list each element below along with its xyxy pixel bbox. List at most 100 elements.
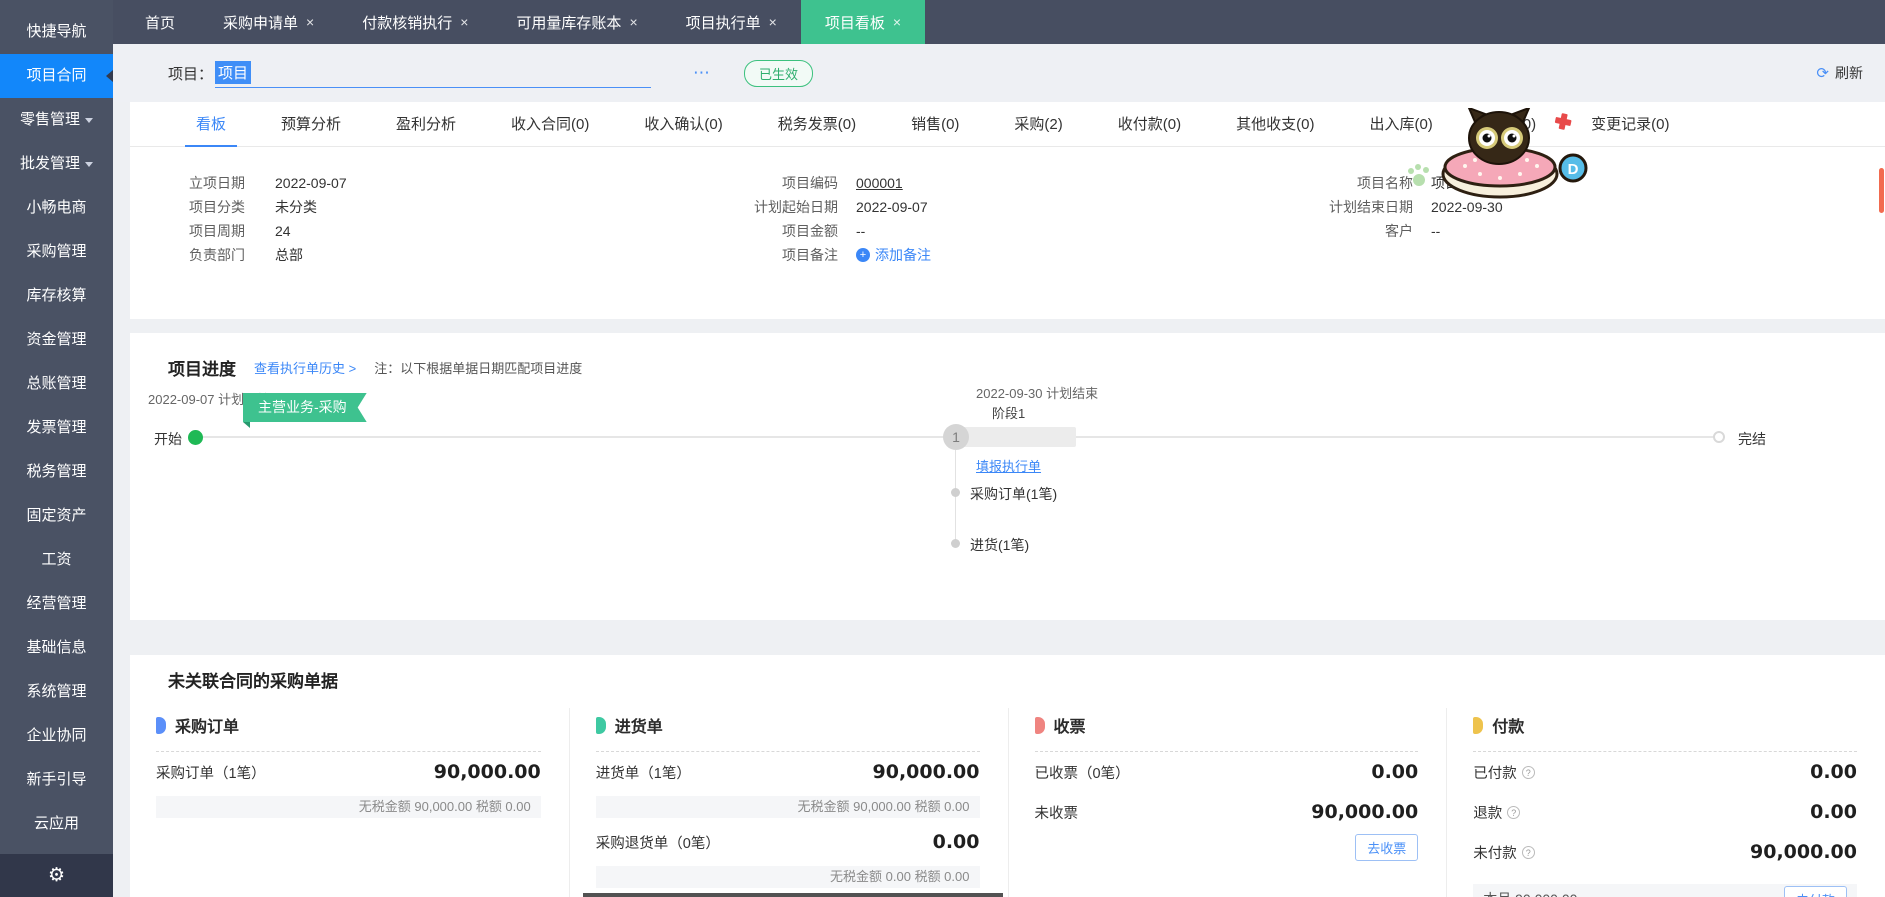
add-remark-label: 添加备注 bbox=[875, 246, 931, 263]
card-title: 采购订单 bbox=[175, 719, 240, 736]
sidebar-item-general-ledger[interactable]: 总账管理 bbox=[0, 362, 113, 406]
field-label: 计划起始日期 bbox=[754, 198, 838, 215]
sidebar-item-funds[interactable]: 资金管理 bbox=[0, 318, 113, 362]
app-window: 快捷导航 项目合同 零售管理 批发管理 小畅电商 采购管理 库存核算 资金管理 … bbox=[0, 0, 1885, 897]
help-icon[interactable]: ? bbox=[1521, 765, 1535, 779]
stat-value: 90,000.00 bbox=[1750, 841, 1857, 863]
tab-project-dashboard[interactable]: 项目看板 × bbox=[800, 0, 926, 44]
sidebar-item-base-info[interactable]: 基础信息 bbox=[0, 626, 113, 670]
milestone-dot bbox=[951, 488, 960, 497]
top-tabbar: 首页 采购申请单 × 付款核销执行 × 可用量库存账本 × 项目执行单 × 项目看板 × bbox=[113, 0, 1885, 44]
stat-label: 采购订单（1笔） bbox=[156, 765, 266, 782]
stat-row: 退款? 0.00 bbox=[1473, 792, 1857, 832]
subtab-income-confirm[interactable]: 收入确认(0) bbox=[633, 102, 733, 147]
close-icon[interactable]: × bbox=[460, 14, 468, 30]
timeline-start-label: 开始 bbox=[154, 431, 182, 447]
sidebar-item-wholesale[interactable]: 批发管理 bbox=[0, 142, 113, 186]
subtab-sales[interactable]: 销售(0) bbox=[900, 102, 970, 147]
fill-execution-order-link[interactable]: 填报执行单 bbox=[976, 456, 1041, 475]
project-start-date: 2022-09-07 bbox=[275, 174, 347, 191]
subtab-tax-invoice[interactable]: 税务发票(0) bbox=[767, 102, 867, 147]
close-icon[interactable]: × bbox=[893, 14, 901, 30]
plus-icon: + bbox=[856, 247, 870, 262]
stat-label: 进货单（1笔） bbox=[595, 765, 691, 782]
payment-card: 付款 已付款? 0.00 退款? 0.00 未付款? 90,000.00 bbox=[1446, 708, 1885, 897]
more-options-icon[interactable]: ⋯ bbox=[693, 63, 712, 83]
project-period: 24 bbox=[275, 222, 291, 239]
tab-purchase-request[interactable]: 采购申请单 × bbox=[199, 0, 338, 44]
sidebar-item-system-mgmt[interactable]: 系统管理 bbox=[0, 670, 113, 714]
sidebar-item-purchasing[interactable]: 采购管理 bbox=[0, 230, 113, 274]
sidebar-item-fixed-assets[interactable]: 固定资产 bbox=[0, 494, 113, 538]
vertical-scrollbar-thumb[interactable] bbox=[1879, 168, 1884, 213]
sidebar-item-retail[interactable]: 零售管理 bbox=[0, 98, 113, 142]
timeline-start-dot bbox=[188, 430, 203, 445]
stat-value: 90,000.00 bbox=[872, 761, 980, 783]
plan-end-label: 2022-09-30 计划结束 bbox=[976, 386, 1099, 401]
field-label: 项目名称 bbox=[1357, 174, 1413, 191]
sidebar-item-enterprise-collab[interactable]: 企业协同 bbox=[0, 714, 113, 758]
refresh-icon: ⟳ bbox=[1816, 65, 1829, 82]
project-code-link[interactable]: 000001 bbox=[856, 175, 903, 191]
selected-input-text: 项目 bbox=[215, 61, 252, 84]
tab-project-execution[interactable]: 项目执行单 × bbox=[662, 0, 801, 44]
close-icon[interactable]: × bbox=[769, 14, 777, 30]
close-icon[interactable]: × bbox=[306, 14, 314, 30]
stat-label: 未付款? bbox=[1473, 842, 1535, 863]
sidebar-item-invoice-mgmt[interactable]: 发票管理 bbox=[0, 406, 113, 450]
tab-label: 付款核销执行 bbox=[362, 14, 453, 32]
tab-payment-writeoff[interactable]: 付款核销执行 × bbox=[338, 0, 492, 44]
tab-label: 采购申请单 bbox=[223, 14, 299, 32]
help-icon[interactable]: ? bbox=[1507, 805, 1521, 819]
main-area: 首页 采购申请单 × 付款核销执行 × 可用量库存账本 × 项目执行单 × 项目看板 × … bbox=[113, 0, 1885, 897]
card-marker bbox=[595, 716, 606, 734]
close-icon[interactable]: × bbox=[629, 14, 637, 30]
go-pay-button[interactable]: 去付款 bbox=[1783, 885, 1847, 897]
month-summary-row: 本月 90,000.00 去付款 bbox=[1473, 884, 1857, 897]
sidebar-item-label: 项目合同 bbox=[26, 67, 87, 84]
selected-notch-icon bbox=[106, 70, 113, 82]
card-title: 进货单 bbox=[614, 719, 663, 736]
subtab-purchase[interactable]: 采购(2) bbox=[1003, 102, 1073, 147]
stage-1-node[interactable]: 1 bbox=[943, 424, 969, 450]
go-collect-invoice-button[interactable]: 去收票 bbox=[1355, 834, 1419, 861]
sidebar-item-tax-mgmt[interactable]: 税务管理 bbox=[0, 450, 113, 494]
subtab-profit-analysis[interactable]: 盈利分析 bbox=[385, 102, 467, 147]
subtab-change-log[interactable]: 变更记录(0) bbox=[1580, 102, 1680, 147]
milestone-goods-receipt: 进货(1笔) bbox=[970, 537, 1030, 553]
stat-value: 0.00 bbox=[932, 831, 980, 853]
gear-icon[interactable]: ⚙ bbox=[48, 864, 65, 887]
sidebar-item-ecommerce[interactable]: 小畅电商 bbox=[0, 186, 113, 230]
sidebar-item-payroll[interactable]: 工资 bbox=[0, 538, 113, 582]
sidebar-footer: ⚙ bbox=[0, 854, 113, 897]
sidebar-item-quick-nav[interactable]: 快捷导航 bbox=[0, 10, 113, 54]
subtab-receipts-payments[interactable]: 收付款(0) bbox=[1107, 102, 1192, 147]
content-area: 看板 预算分析 盈利分析 收入合同(0) 收入确认(0) 税务发票(0) 销售(… bbox=[113, 102, 1885, 897]
project-filter-input[interactable]: 项目 bbox=[215, 58, 652, 88]
sidebar-item-inventory-accounting[interactable]: 库存核算 bbox=[0, 274, 113, 318]
sidebar-item-project-contract[interactable]: 项目合同 bbox=[0, 54, 113, 98]
subtab-dashboard[interactable]: 看板 bbox=[185, 102, 237, 147]
subtab-budget-analysis[interactable]: 预算分析 bbox=[270, 102, 352, 147]
subtab-income-contract[interactable]: 收入合同(0) bbox=[500, 102, 600, 147]
add-remark-link[interactable]: + 添加备注 bbox=[856, 245, 931, 265]
help-icon[interactable]: ? bbox=[1521, 845, 1535, 859]
timeline-finish-label: 完结 bbox=[1738, 431, 1766, 447]
tab-available-stock-ledger[interactable]: 可用量库存账本 × bbox=[492, 0, 661, 44]
responsible-dept: 总部 bbox=[275, 246, 303, 263]
stat-label: 已收票（0笔） bbox=[1034, 765, 1130, 782]
tab-home[interactable]: 首页 bbox=[121, 0, 199, 44]
stat-value: 0.00 bbox=[1810, 801, 1857, 823]
purchase-cards: 采购订单 采购订单（1笔） 90,000.00 无税金额 90,000.00 税… bbox=[130, 708, 1885, 897]
tab-label: 可用量库存账本 bbox=[516, 14, 622, 32]
tab-label: 项目看板 bbox=[824, 14, 885, 32]
horizontal-scrollbar-thumb[interactable] bbox=[583, 893, 1003, 897]
tax-detail-row: 无税金额 90,000.00 税额 0.00 bbox=[595, 796, 980, 818]
sidebar-item-operations[interactable]: 经营管理 bbox=[0, 582, 113, 626]
sidebar-item-beginner-guide[interactable]: 新手引导 bbox=[0, 758, 113, 802]
subtab-other-income-expense[interactable]: 其他收支(0) bbox=[1225, 102, 1325, 147]
refresh-button[interactable]: ⟳ 刷新 bbox=[1816, 63, 1863, 83]
sidebar-item-cloud-apps[interactable]: 云应用 bbox=[0, 802, 113, 846]
stat-row: 未付款? 90,000.00 bbox=[1473, 832, 1857, 872]
tab-label: 项目执行单 bbox=[685, 14, 761, 32]
